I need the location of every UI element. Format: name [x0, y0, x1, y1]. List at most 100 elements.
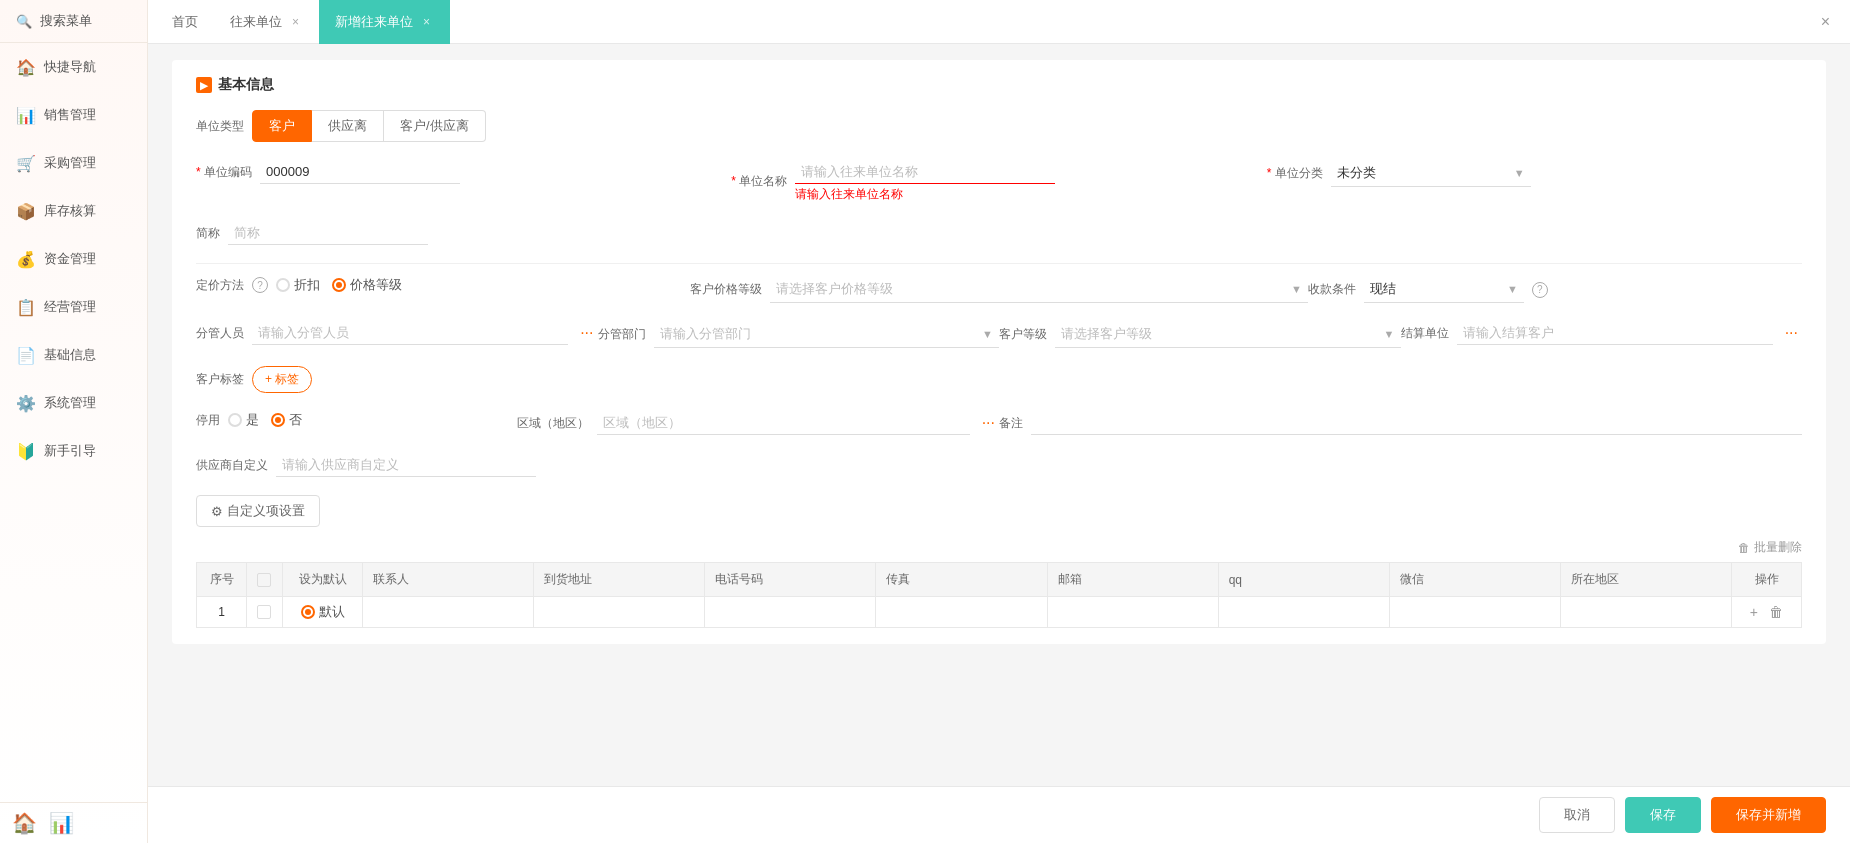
row-checkbox[interactable] [257, 605, 271, 619]
close-all-tabs[interactable]: × [1809, 13, 1842, 31]
row-check [247, 597, 283, 628]
sidebar-item-system[interactable]: ⚙️系统管理 [0, 379, 147, 427]
sidebar-item-finance[interactable]: 💰资金管理 [0, 235, 147, 283]
pricing-discount-radio[interactable] [276, 278, 290, 292]
sidebar-item-label: 库存核算 [44, 202, 96, 220]
remark-input[interactable] [1031, 411, 1802, 435]
short-name-input[interactable] [228, 221, 428, 245]
sidebar-icon-chart[interactable]: 📊 [49, 811, 74, 835]
department-select[interactable]: 请输入分管部门 ▼ [654, 321, 1000, 348]
disabled-yes-radio[interactable] [228, 413, 242, 427]
email-input[interactable] [1058, 605, 1208, 619]
tab-home[interactable]: 首页 [156, 0, 214, 44]
disabled-no-radio[interactable] [271, 413, 285, 427]
row-default: 默认 [283, 597, 363, 628]
row-qq [1218, 597, 1389, 628]
quick-nav-icon: 🏠 [16, 57, 36, 77]
payment-terms-help[interactable]: ? [1532, 282, 1548, 298]
contact-table: 序号 设为默认 联系人 到货地址 电话号码 传真 邮箱 qq 微信 所在地区 操… [196, 562, 1802, 628]
manager-input[interactable] [252, 321, 568, 345]
row-add-button[interactable]: + [1746, 604, 1762, 620]
manager-label: 分管人员 [196, 325, 244, 342]
col-header-check [247, 563, 283, 597]
unit-type-supplier[interactable]: 供应离 [312, 110, 384, 142]
save-and-new-button[interactable]: 保存并新增 [1711, 797, 1826, 833]
sidebar-item-quick-nav[interactable]: 🏠 快捷导航 [0, 43, 147, 91]
disabled-yes[interactable]: 是 [228, 411, 259, 429]
unit-code-input[interactable] [260, 160, 460, 184]
batch-delete[interactable]: 🗑 批量删除 [196, 539, 1802, 556]
fax-input[interactable] [886, 605, 1036, 619]
customer-level-select[interactable]: 请选择客户等级 ▼ [1055, 321, 1401, 348]
supplier-custom-input[interactable] [276, 453, 536, 477]
sidebar-item-basic-info[interactable]: 📄基础信息 [0, 331, 147, 379]
col-header-ops: 操作 [1732, 563, 1802, 597]
inventory-icon: 📦 [16, 201, 36, 221]
purchase-icon: 🛒 [16, 153, 36, 173]
custom-settings-button[interactable]: ⚙ 自定义项设置 [196, 495, 320, 527]
pricing-method-label: 定价方法 [196, 277, 244, 294]
customer-price-level-arrow: ▼ [1291, 283, 1302, 295]
short-name-group: 简称 [196, 221, 1802, 245]
tab-new-contact[interactable]: 新增往来单位 × [319, 0, 450, 44]
wechat-input[interactable] [1400, 605, 1550, 619]
sidebar-item-label: 新手引导 [44, 442, 96, 460]
qq-input[interactable] [1229, 605, 1379, 619]
sidebar-item-newbie[interactable]: 🔰新手引导 [0, 427, 147, 475]
unit-category-select[interactable]: 未分类 ▼ [1331, 160, 1531, 187]
row-address [534, 597, 705, 628]
payment-terms-select[interactable]: 现结 ▼ [1364, 276, 1524, 303]
sidebar-icon-home[interactable]: 🏠 [12, 811, 37, 835]
unit-type-customer[interactable]: 客户 [252, 110, 312, 142]
settlement-unit-input[interactable] [1457, 321, 1773, 345]
contact-input[interactable] [373, 605, 523, 619]
phone-input[interactable] [715, 605, 865, 619]
sidebar-item-operation[interactable]: 📋经营管理 [0, 283, 147, 331]
pricing-help-icon[interactable]: ? [252, 277, 268, 293]
manager-more[interactable]: ··· [576, 324, 597, 342]
col-header-qq: qq [1218, 563, 1389, 597]
row-fax [876, 597, 1047, 628]
region-group: 区域（地区） ··· [517, 411, 999, 435]
tab1-close[interactable]: × [288, 13, 303, 31]
payment-terms-label: 收款条件 [1308, 281, 1356, 298]
tab-contacts[interactable]: 往来单位 × [214, 0, 319, 44]
row-email [1047, 597, 1218, 628]
save-button[interactable]: 保存 [1625, 797, 1701, 833]
unit-type-both[interactable]: 客户/供应离 [384, 110, 486, 142]
add-tag-button[interactable]: + 标签 [252, 366, 312, 393]
row-delete-button[interactable]: 🗑 [1765, 604, 1787, 620]
department-group: 分管部门 请输入分管部门 ▼ [598, 321, 1000, 348]
location-input[interactable] [1571, 605, 1721, 619]
row-num: 1 [197, 597, 247, 628]
pricing-discount[interactable]: 折扣 [276, 276, 320, 294]
sidebar-item-purchase[interactable]: 🛒采购管理 [0, 139, 147, 187]
pricing-price-level-radio[interactable] [332, 278, 346, 292]
settlement-unit-more[interactable]: ··· [1781, 324, 1802, 342]
region-label: 区域（地区） [517, 415, 589, 432]
sidebar-search[interactable]: 🔍 搜索菜单 [0, 0, 147, 43]
disabled-radio-group: 是 否 [228, 411, 302, 429]
row-ops: + 🗑 [1732, 597, 1802, 628]
manager-group: 分管人员 ··· [196, 321, 598, 345]
row-default-radio[interactable]: 默认 [293, 603, 352, 621]
sidebar-item-sales[interactable]: 📊销售管理 [0, 91, 147, 139]
disabled-label: 停用 [196, 412, 220, 429]
default-radio-circle[interactable] [301, 605, 315, 619]
unit-name-input[interactable] [795, 160, 1055, 184]
col-header-wechat: 微信 [1389, 563, 1560, 597]
pricing-price-level[interactable]: 价格等级 [332, 276, 402, 294]
region-input[interactable] [597, 411, 969, 435]
address-input[interactable] [544, 605, 694, 619]
sidebar-item-inventory[interactable]: 📦 库存核算 [0, 187, 147, 235]
cancel-button[interactable]: 取消 [1539, 797, 1615, 833]
sidebar-item-label: 快捷导航 [44, 58, 96, 76]
supplier-custom-row: 供应商自定义 [196, 453, 1802, 477]
disabled-no[interactable]: 否 [271, 411, 302, 429]
table-header-row: 序号 设为默认 联系人 到货地址 电话号码 传真 邮箱 qq 微信 所在地区 操… [197, 563, 1802, 597]
tab2-close[interactable]: × [419, 13, 434, 31]
customer-tag-group: 客户标签 + 标签 [196, 366, 1802, 393]
select-all-checkbox[interactable] [257, 573, 271, 587]
region-more[interactable]: ··· [978, 414, 999, 432]
customer-price-level-select[interactable]: 请选择客户价格等级 ▼ [770, 276, 1308, 303]
